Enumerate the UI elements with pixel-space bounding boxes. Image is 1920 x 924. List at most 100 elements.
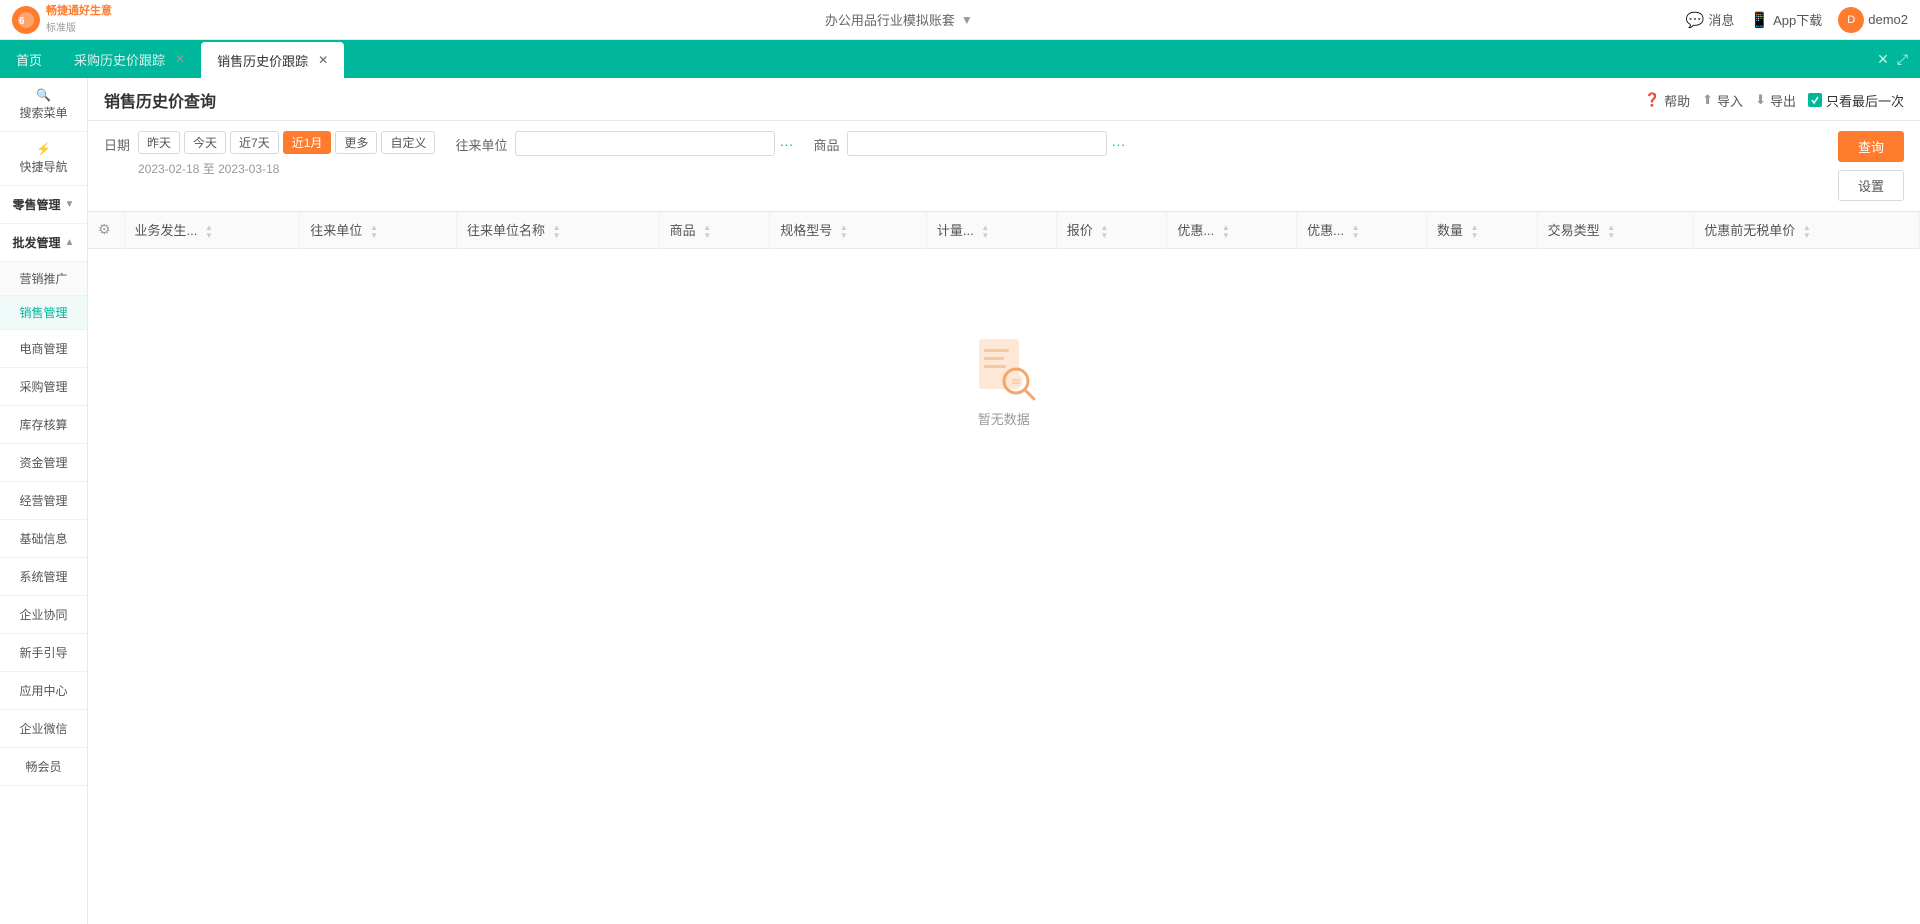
col-product[interactable]: 商品 ▲▼ (659, 212, 770, 248)
sidebar-item-search-menu[interactable]: 🔍 搜索菜单 (0, 78, 87, 132)
finance-label: 资金管理 (19, 454, 67, 471)
sidebar-item-ecommerce[interactable]: 电商管理 (0, 330, 87, 368)
sort-partner-name[interactable]: ▲▼ (553, 224, 561, 240)
checkbox-checked-icon (1808, 93, 1822, 107)
sidebar-item-basic-info[interactable]: 基础信息 (0, 520, 87, 558)
sort-biz-date[interactable]: ▲▼ (205, 224, 213, 240)
col-unit[interactable]: 计量... ▲▼ (926, 212, 1056, 248)
top-right-actions: 💬 消息 📱 App下载 D demo2 (1686, 7, 1908, 33)
col-quote[interactable]: 报价 ▲▼ (1056, 212, 1167, 248)
inventory-label: 库存核算 (19, 416, 67, 433)
sidebar-item-inventory[interactable]: 库存核算 (0, 406, 87, 444)
export-btn[interactable]: ⬇ 导出 (1755, 91, 1796, 110)
only-last-checkbox-label[interactable]: 只看最后一次 (1808, 91, 1904, 110)
sort-product[interactable]: ▲▼ (703, 224, 711, 240)
col-unit-label: 计量... (937, 223, 974, 238)
sort-quantity[interactable]: ▲▼ (1471, 224, 1479, 240)
sort-pre-tax-price[interactable]: ▲▼ (1803, 224, 1811, 240)
sort-discount2[interactable]: ▲▼ (1352, 224, 1360, 240)
help-btn[interactable]: ❓ 帮助 (1644, 91, 1690, 110)
logo-text-block: 畅捷通好生意 标准版 (46, 5, 112, 33)
partner-filter-group: 往来单位 ··· (455, 131, 793, 156)
col-discount2-label: 优惠... (1307, 223, 1344, 238)
system-label: 系统管理 (19, 568, 67, 585)
col-settings: ⚙ (88, 212, 124, 248)
sidebar-item-marketing[interactable]: 营销推广 (0, 262, 87, 296)
expand-icon[interactable]: ⤢ (1897, 51, 1908, 68)
table-settings-gear[interactable]: ⚙ (98, 221, 111, 237)
sort-quote[interactable]: ▲▼ (1100, 224, 1108, 240)
sidebar-item-wechat[interactable]: 企业微信 (0, 710, 87, 748)
sidebar-item-purchase[interactable]: 采购管理 (0, 368, 87, 406)
close-all-tabs[interactable]: ✕ (1877, 51, 1889, 68)
tab-sales-history[interactable]: 销售历史价跟踪 ✕ (201, 42, 344, 78)
sidebar-item-system[interactable]: 系统管理 (0, 558, 87, 596)
sort-discount1[interactable]: ▲▼ (1222, 224, 1230, 240)
export-icon: ⬇ (1755, 92, 1766, 108)
col-trade-type-label: 交易类型 (1548, 223, 1600, 238)
sidebar-item-guide[interactable]: 新手引导 (0, 634, 87, 672)
sort-unit[interactable]: ▲▼ (981, 224, 989, 240)
product-input[interactable] (847, 131, 1107, 156)
partner-input[interactable] (515, 131, 775, 156)
purchase-label: 采购管理 (19, 378, 67, 395)
sort-trade-type[interactable]: ▲▼ (1607, 224, 1615, 240)
app-selector-area[interactable]: 办公用品行业模拟账套 ▼ (825, 10, 973, 29)
sort-spec[interactable]: ▲▼ (840, 224, 848, 240)
setting-button[interactable]: 设置 (1838, 170, 1904, 201)
import-icon: ⬆ (1702, 92, 1713, 108)
col-biz-date[interactable]: 业务发生... ▲▼ (124, 212, 300, 248)
app-selector-label: 办公用品行业模拟账套 (825, 10, 955, 29)
tab-home[interactable]: 首页 (0, 40, 58, 78)
product-dots[interactable]: ··· (1111, 136, 1125, 152)
col-quantity[interactable]: 数量 ▲▼ (1426, 212, 1537, 248)
col-partner-code[interactable]: 往来单位 ▲▼ (300, 212, 457, 248)
search-menu-label: 搜索菜单 (19, 104, 67, 121)
product-filter-group: 商品 ··· (813, 131, 1125, 156)
tab-purchase-history[interactable]: 采购历史价跟踪 ✕ (58, 40, 201, 78)
import-btn[interactable]: ⬆ 导入 (1702, 91, 1743, 110)
date-btn-today[interactable]: 今天 (184, 131, 226, 154)
sidebar-item-retail-mgmt[interactable]: 零售管理 ▼ (0, 186, 87, 224)
col-pre-tax-price[interactable]: 优惠前无税单价 ▲▼ (1694, 212, 1920, 248)
date-btn-1month[interactable]: 近1月 (283, 131, 332, 154)
col-partner-code-label: 往来单位 (310, 223, 362, 238)
date-btn-yesterday[interactable]: 昨天 (138, 131, 180, 154)
close-sales-tab[interactable]: ✕ (318, 53, 328, 67)
query-button[interactable]: 查询 (1838, 131, 1904, 162)
col-trade-type[interactable]: 交易类型 ▲▼ (1537, 212, 1694, 248)
sort-partner-code[interactable]: ▲▼ (370, 224, 378, 240)
enterprise-label: 企业协同 (19, 606, 67, 623)
partner-dots[interactable]: ··· (779, 136, 793, 152)
col-discount1[interactable]: 优惠... ▲▼ (1167, 212, 1297, 248)
user-area[interactable]: D demo2 (1838, 7, 1908, 33)
sidebar-item-sales-mgmt[interactable]: 销售管理 (0, 296, 87, 330)
sidebar-item-quick-nav[interactable]: ⚡ 快捷导航 (0, 132, 87, 186)
dropdown-icon[interactable]: ▼ (961, 13, 973, 27)
col-partner-name-label: 往来单位名称 (467, 223, 545, 238)
col-partner-name[interactable]: 往来单位名称 ▲▼ (456, 212, 659, 248)
sidebar-item-wholesale-mgmt[interactable]: 批发管理 ▲ (0, 224, 87, 262)
help-label: 帮助 (1664, 91, 1690, 110)
col-quote-label: 报价 (1067, 223, 1093, 238)
message-btn[interactable]: 💬 消息 (1686, 10, 1735, 29)
date-range-display: 2023-02-18 至 2023-03-18 (138, 160, 435, 177)
close-purchase-tab[interactable]: ✕ (175, 52, 185, 66)
app-download-btn[interactable]: 📱 App下载 (1750, 10, 1822, 29)
date-btn-more[interactable]: 更多 (335, 131, 377, 154)
retail-mgmt-label: 零售管理 (13, 196, 61, 213)
logo-area: 6 畅捷通好生意 标准版 (12, 5, 112, 33)
sidebar-item-operation[interactable]: 经营管理 (0, 482, 87, 520)
sidebar-item-app-center[interactable]: 应用中心 (0, 672, 87, 710)
tab-purchase-label: 采购历史价跟踪 (74, 50, 165, 69)
sidebar-item-enterprise[interactable]: 企业协同 (0, 596, 87, 634)
sidebar-item-finance[interactable]: 资金管理 (0, 444, 87, 482)
empty-illustration (964, 329, 1044, 409)
sidebar-item-member[interactable]: 畅会员 (0, 748, 87, 786)
col-spec[interactable]: 规格型号 ▲▼ (770, 212, 927, 248)
date-btn-custom[interactable]: 自定义 (381, 131, 435, 154)
date-btn-7days[interactable]: 近7天 (230, 131, 279, 154)
col-discount2[interactable]: 优惠... ▲▼ (1297, 212, 1427, 248)
wechat-label: 企业微信 (19, 720, 67, 737)
quick-nav-label: 快捷导航 (19, 158, 67, 175)
